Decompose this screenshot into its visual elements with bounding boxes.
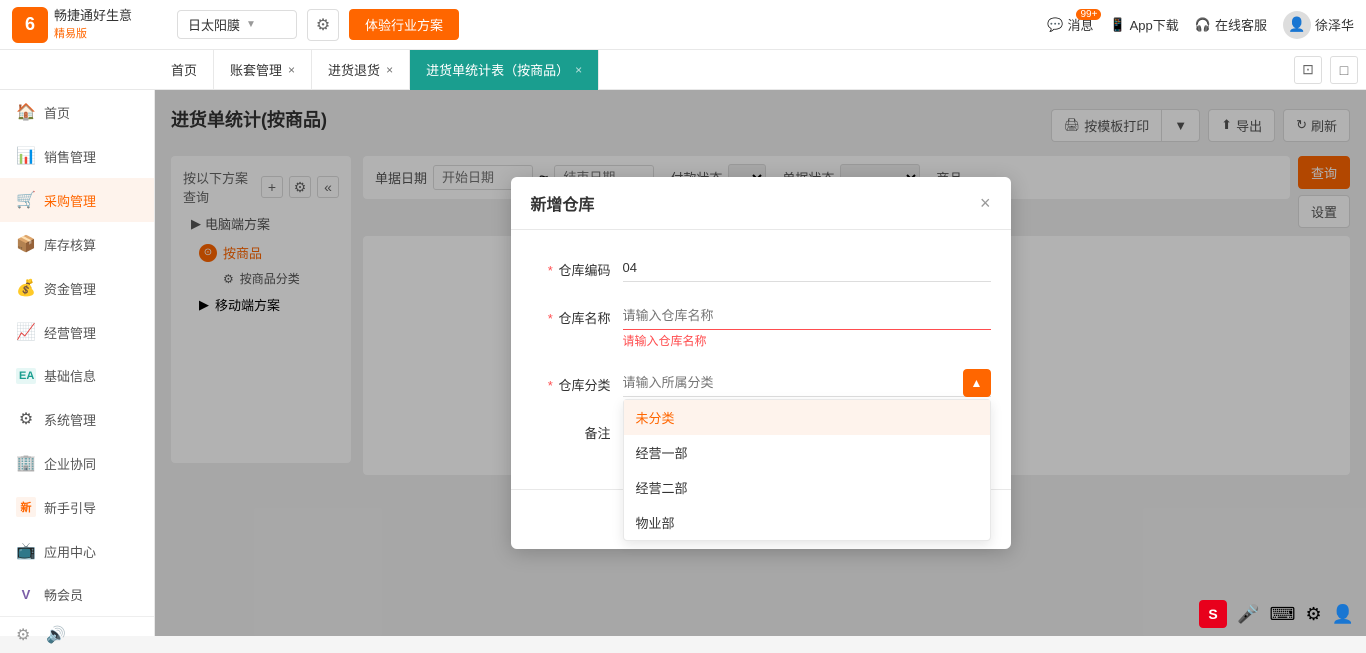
category-control: ▲ 未分类 经营一部 经营二部 物业部	[623, 369, 991, 397]
tab-controls: ⊡ □	[1294, 56, 1366, 84]
add-warehouse-modal: 新增仓库 × * 仓库编码	[511, 177, 1011, 549]
chevron-down-icon: ▼	[246, 19, 256, 30]
name-field-row: * 仓库名称 请输入仓库名称	[531, 302, 991, 349]
tab-purchase-stats[interactable]: 进货单统计表（按商品） ×	[410, 50, 599, 90]
sound-icon[interactable]: 🔊	[46, 625, 66, 645]
top-header: 6 畅捷通好生意 精易版 日太阳膜 ▼ ⚙ 体验行业方案 💬 消息 99+ 📱 …	[0, 0, 1366, 50]
sidebar-item-appcenter[interactable]: 📺 应用中心	[0, 529, 154, 573]
restore-button[interactable]: ⊡	[1294, 56, 1322, 84]
tab-bar: 首页 账套管理 × 进货退货 × 进货单统计表（按商品） × ⊡ □	[0, 50, 1366, 90]
code-field-row: * 仓库编码	[531, 254, 991, 282]
tab-purchase-return[interactable]: 进货退货 ×	[312, 50, 410, 90]
name-error-message: 请输入仓库名称	[623, 332, 991, 349]
s-icon-button[interactable]: S	[1199, 600, 1227, 628]
avatar: 👤	[1283, 11, 1311, 39]
name-label: * 仓库名称	[531, 302, 611, 327]
category-input[interactable]	[623, 369, 991, 397]
chevron-up-icon: ▲	[971, 376, 983, 390]
modal-close-button[interactable]: ×	[980, 194, 991, 212]
dropdown-toggle-button[interactable]: ▲	[963, 369, 991, 397]
messages-button[interactable]: 💬 消息 99+	[1047, 15, 1093, 34]
keyboard-icon[interactable]: ⌨	[1269, 604, 1295, 625]
sidebar-item-purchase[interactable]: 🛒 采购管理	[0, 178, 154, 222]
modal-overlay: 新增仓库 × * 仓库编码	[155, 90, 1366, 636]
app-icon: 📱	[1109, 17, 1125, 33]
sidebar-bottom: ⚙ 🔊	[0, 616, 154, 653]
category-field-row: * 仓库分类 ▲ 未分类 经营一部 经营二部	[531, 369, 991, 397]
app-download-button[interactable]: 📱 App下载	[1109, 15, 1178, 34]
gear-icon: ⚙	[316, 15, 330, 35]
microphone-icon[interactable]: 🎤	[1237, 604, 1259, 625]
operations-icon: 📈	[16, 322, 36, 342]
main-layout: 🏠 首页 📊 销售管理 🛒 采购管理 📦 库存核算 💰 资金管理 📈 经营管理 …	[0, 90, 1366, 636]
user-menu-button[interactable]: 👤 徐泽华	[1283, 11, 1354, 39]
sales-icon: 📊	[16, 146, 36, 166]
headphone-icon: 🎧	[1195, 17, 1211, 33]
warehouse-name-input[interactable]	[623, 302, 991, 330]
settings-icon[interactable]: ⚙	[16, 625, 30, 645]
code-label: * 仓库编码	[531, 254, 611, 279]
dropdown-item-none[interactable]: 未分类	[624, 400, 990, 435]
modal-title: 新增仓库	[531, 191, 595, 215]
logo-text: 畅捷通好生意	[54, 8, 132, 25]
basic-icon: EA	[16, 368, 36, 384]
logo-icon: 6	[12, 7, 48, 43]
note-label: 备注	[531, 417, 611, 442]
modal-header: 新增仓库 ×	[511, 177, 1011, 230]
appcenter-icon: 📺	[16, 541, 36, 561]
home-icon: 🏠	[16, 102, 36, 122]
header-right: 💬 消息 99+ 📱 App下载 🎧 在线客服 👤 徐泽华	[1047, 11, 1354, 39]
sidebar-item-basic[interactable]: EA 基础信息	[0, 354, 154, 397]
modal-body: * 仓库编码 * 仓库名称	[511, 230, 1011, 489]
sidebar-item-system[interactable]: ⚙ 系统管理	[0, 397, 154, 441]
guide-icon: 新	[16, 497, 36, 517]
content-area: 进货单统计(按商品) 🖨 按模板打印 ▼ ⬆ 导出 ↻ 刷新	[155, 90, 1366, 636]
restore-icon: ⊡	[1302, 61, 1314, 78]
sidebar-item-vip[interactable]: V 畅会员	[0, 573, 154, 616]
purchase-icon: 🛒	[16, 190, 36, 210]
inventory-icon: 📦	[16, 234, 36, 254]
message-badge: 99+	[1076, 9, 1101, 20]
close-icon[interactable]: ×	[575, 63, 582, 77]
tab-home[interactable]: 首页	[155, 50, 214, 90]
dropdown-item-ops2[interactable]: 经营二部	[624, 470, 990, 505]
sidebar-item-sales[interactable]: 📊 销售管理	[0, 134, 154, 178]
bottom-bar: S 🎤 ⌨ ⚙ 👤	[1199, 600, 1354, 628]
sidebar-item-finance[interactable]: 💰 资金管理	[0, 266, 154, 310]
message-icon: 💬	[1047, 17, 1063, 33]
maximize-button[interactable]: □	[1330, 56, 1358, 84]
sidebar: 🏠 首页 📊 销售管理 🛒 采购管理 📦 库存核算 💰 资金管理 📈 经营管理 …	[0, 90, 155, 636]
logo-sub: 精易版	[54, 25, 132, 41]
close-icon[interactable]: ×	[386, 63, 393, 77]
bottom-user-icon[interactable]: 👤	[1332, 604, 1354, 625]
gear-button[interactable]: ⚙	[307, 9, 339, 41]
company-selector[interactable]: 日太阳膜 ▼	[177, 10, 297, 39]
name-control: 请输入仓库名称	[623, 302, 991, 349]
online-service-button[interactable]: 🎧 在线客服	[1195, 15, 1267, 34]
vip-icon: V	[16, 587, 36, 602]
close-icon[interactable]: ×	[288, 63, 295, 77]
tab-accounts[interactable]: 账套管理 ×	[214, 50, 312, 90]
warehouse-code-input[interactable]	[623, 254, 991, 282]
system-icon: ⚙	[16, 409, 36, 429]
maximize-icon: □	[1340, 62, 1348, 78]
dropdown-item-property[interactable]: 物业部	[624, 505, 990, 540]
try-industry-button[interactable]: 体验行业方案	[349, 9, 459, 40]
enterprise-icon: 🏢	[16, 453, 36, 473]
bottom-settings-icon[interactable]: ⚙	[1305, 604, 1321, 625]
sidebar-item-home[interactable]: 🏠 首页	[0, 90, 154, 134]
code-control	[623, 254, 991, 282]
category-dropdown-list: 未分类 经营一部 经营二部 物业部	[623, 399, 991, 541]
dropdown-item-ops1[interactable]: 经营一部	[624, 435, 990, 470]
logo-area: 6 畅捷通好生意 精易版	[12, 7, 167, 43]
sidebar-item-operations[interactable]: 📈 经营管理	[0, 310, 154, 354]
sidebar-item-guide[interactable]: 新 新手引导	[0, 485, 154, 529]
category-label: * 仓库分类	[531, 369, 611, 394]
finance-icon: 💰	[16, 278, 36, 298]
sidebar-item-enterprise[interactable]: 🏢 企业协同	[0, 441, 154, 485]
sidebar-item-inventory[interactable]: 📦 库存核算	[0, 222, 154, 266]
